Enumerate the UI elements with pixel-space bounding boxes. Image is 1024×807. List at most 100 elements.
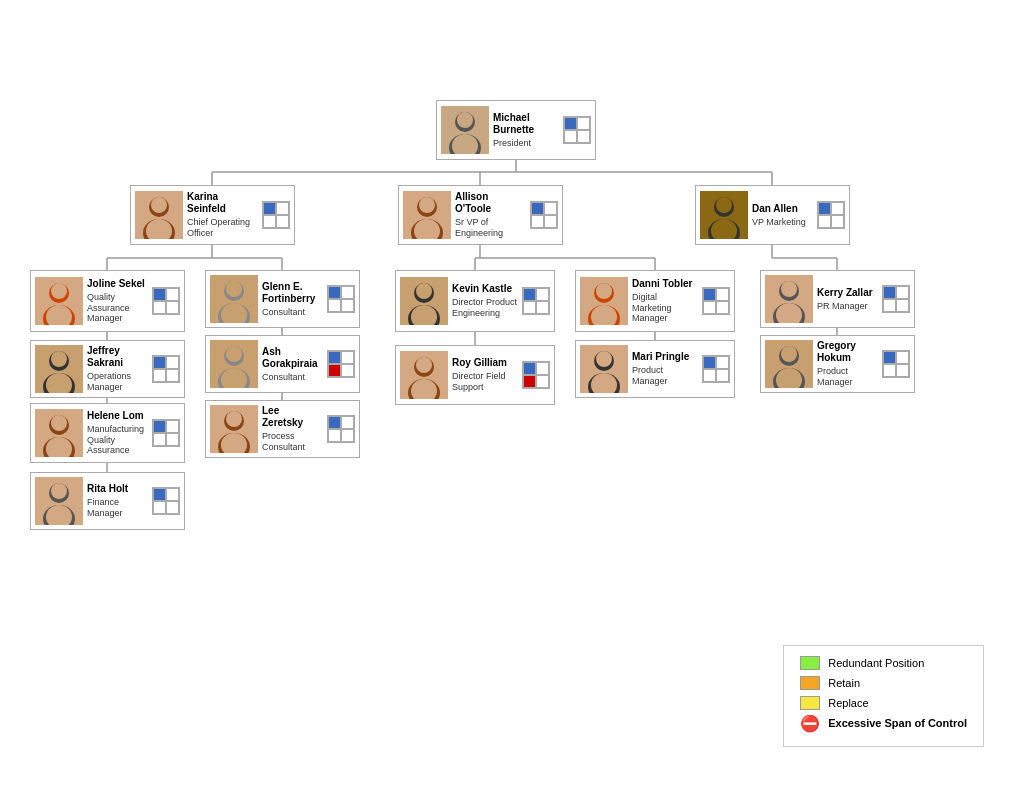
- legend-replace: Replace: [800, 696, 967, 710]
- legend-redundant-box: [800, 656, 820, 670]
- indicator-gregory: [882, 350, 910, 378]
- name-dan: Dan Allen: [752, 203, 813, 215]
- legend: Redundant Position Retain Replace ⛔ Exce…: [783, 645, 984, 747]
- node-roy[interactable]: Roy GilliamDirector Field Support: [395, 345, 555, 405]
- info-roy: Roy GilliamDirector Field Support: [452, 357, 518, 393]
- node-ash[interactable]: Ash Gorakpiraia Consultant: [205, 335, 360, 393]
- title-lee: Process Consultant: [262, 431, 323, 453]
- svg-point-97: [596, 283, 612, 299]
- name-rita: Rita Holt: [87, 483, 148, 495]
- info-jeffrey: Jeffrey SakraniOperations Manager: [87, 345, 148, 393]
- title-rita: Finance Manager: [87, 497, 148, 519]
- svg-point-62: [51, 415, 67, 431]
- legend-retain: Retain: [800, 676, 967, 690]
- title-allison: Sr VP of Engineering: [455, 217, 526, 239]
- info-dan: Dan Allen VP Marketing: [752, 203, 813, 228]
- node-danni[interactable]: Danni Tobler Digital Marketing Manager: [575, 270, 735, 332]
- avatar-roy: [400, 351, 448, 399]
- info-karina: Karina SeinfeldChief Operating Officer: [187, 191, 258, 239]
- indicator-jeffrey: [152, 355, 180, 383]
- avatar-kevin: [400, 277, 448, 325]
- node-michael[interactable]: Michael BurnettePresident: [436, 100, 596, 160]
- indicator-allison: [530, 201, 558, 229]
- avatar-rita: [35, 477, 83, 525]
- title-roy: Director Field Support: [452, 371, 518, 393]
- title-dan: VP Marketing: [752, 217, 813, 228]
- avatar-glenn: [210, 275, 258, 323]
- indicator-kevin: [522, 287, 550, 315]
- legend-replace-box: [800, 696, 820, 710]
- info-glenn: Glenn E. Fortinberry Consultant: [262, 281, 323, 318]
- title-jeffrey: Operations Manager: [87, 371, 148, 393]
- legend-replace-label: Replace: [828, 697, 868, 709]
- indicator-roy: [522, 361, 550, 389]
- node-kerry[interactable]: Kerry ZallarPR Manager: [760, 270, 915, 328]
- info-gregory: Gregory HokumProduct Manager: [817, 340, 878, 388]
- node-dan[interactable]: Dan Allen VP Marketing: [695, 185, 850, 245]
- node-jeffrey[interactable]: Jeffrey SakraniOperations Manager: [30, 340, 185, 398]
- node-helene[interactable]: Helene LomManufacturing Quality Assuranc…: [30, 403, 185, 463]
- info-lee: Lee ZeretskyProcess Consultant: [262, 405, 323, 453]
- node-lee[interactable]: Lee ZeretskyProcess Consultant: [205, 400, 360, 458]
- svg-point-37: [151, 197, 167, 213]
- indicator-kerry: [882, 285, 910, 313]
- name-joline: Joline Sekel: [87, 278, 148, 290]
- title-danni: Digital Marketing Manager: [632, 292, 698, 324]
- avatar-danni: [580, 277, 628, 325]
- avatar-michael: [441, 106, 489, 154]
- node-allison[interactable]: Allison O'TooleSr VP of Engineering: [398, 185, 563, 245]
- title-ash: Consultant: [262, 372, 323, 383]
- name-gregory: Gregory Hokum: [817, 340, 878, 364]
- title-mari: Product Manager: [632, 365, 698, 387]
- name-karina: Karina Seinfeld: [187, 191, 258, 215]
- svg-point-77: [226, 346, 242, 362]
- name-helene: Helene Lom: [87, 410, 148, 422]
- svg-point-107: [781, 281, 797, 297]
- legend-redundant: Redundant Position: [800, 656, 967, 670]
- avatar-mari: [580, 345, 628, 393]
- name-allison: Allison O'Toole: [455, 191, 526, 215]
- avatar-kerry: [765, 275, 813, 323]
- info-danni: Danni Tobler Digital Marketing Manager: [632, 278, 698, 324]
- indicator-karina: [262, 201, 290, 229]
- excessive-icon: ⛔: [800, 716, 820, 730]
- avatar-joline: [35, 277, 83, 325]
- avatar-lee: [210, 405, 258, 453]
- svg-point-87: [416, 283, 432, 299]
- node-gregory[interactable]: Gregory HokumProduct Manager: [760, 335, 915, 393]
- indicator-joline: [152, 287, 180, 315]
- avatar-helene: [35, 409, 83, 457]
- name-glenn: Glenn E. Fortinberry: [262, 281, 323, 305]
- indicator-lee: [327, 415, 355, 443]
- info-mari: Mari PringleProduct Manager: [632, 351, 698, 387]
- name-danni: Danni Tobler: [632, 278, 698, 290]
- node-kevin[interactable]: Kevin KastleDirector Product Engineering: [395, 270, 555, 332]
- title-glenn: Consultant: [262, 307, 323, 318]
- org-chart: Michael BurnettePresident Karina Seinfel…: [0, 0, 1024, 807]
- indicator-dan: [817, 201, 845, 229]
- info-joline: Joline SekelQuality Assurance Manager: [87, 278, 148, 324]
- name-jeffrey: Jeffrey Sakrani: [87, 345, 148, 369]
- info-michael: Michael BurnettePresident: [493, 112, 559, 149]
- node-joline[interactable]: Joline SekelQuality Assurance Manager: [30, 270, 185, 332]
- indicator-rita: [152, 487, 180, 515]
- legend-redundant-label: Redundant Position: [828, 657, 924, 669]
- name-ash: Ash Gorakpiraia: [262, 346, 323, 370]
- node-rita[interactable]: Rita Holt Finance Manager: [30, 472, 185, 530]
- svg-point-32: [457, 112, 473, 128]
- node-mari[interactable]: Mari PringleProduct Manager: [575, 340, 735, 398]
- legend-retain-label: Retain: [828, 677, 860, 689]
- svg-point-57: [51, 351, 67, 367]
- node-karina[interactable]: Karina SeinfeldChief Operating Officer: [130, 185, 295, 245]
- svg-point-67: [51, 483, 67, 499]
- indicator-ash: [327, 350, 355, 378]
- indicator-glenn: [327, 285, 355, 313]
- legend-excessive-label: Excessive Span of Control: [828, 717, 967, 729]
- node-glenn[interactable]: Glenn E. Fortinberry Consultant: [205, 270, 360, 328]
- info-rita: Rita Holt Finance Manager: [87, 483, 148, 519]
- title-gregory: Product Manager: [817, 366, 878, 388]
- indicator-michael: [563, 116, 591, 144]
- indicator-helene: [152, 419, 180, 447]
- svg-point-52: [51, 283, 67, 299]
- name-lee: Lee Zeretsky: [262, 405, 323, 429]
